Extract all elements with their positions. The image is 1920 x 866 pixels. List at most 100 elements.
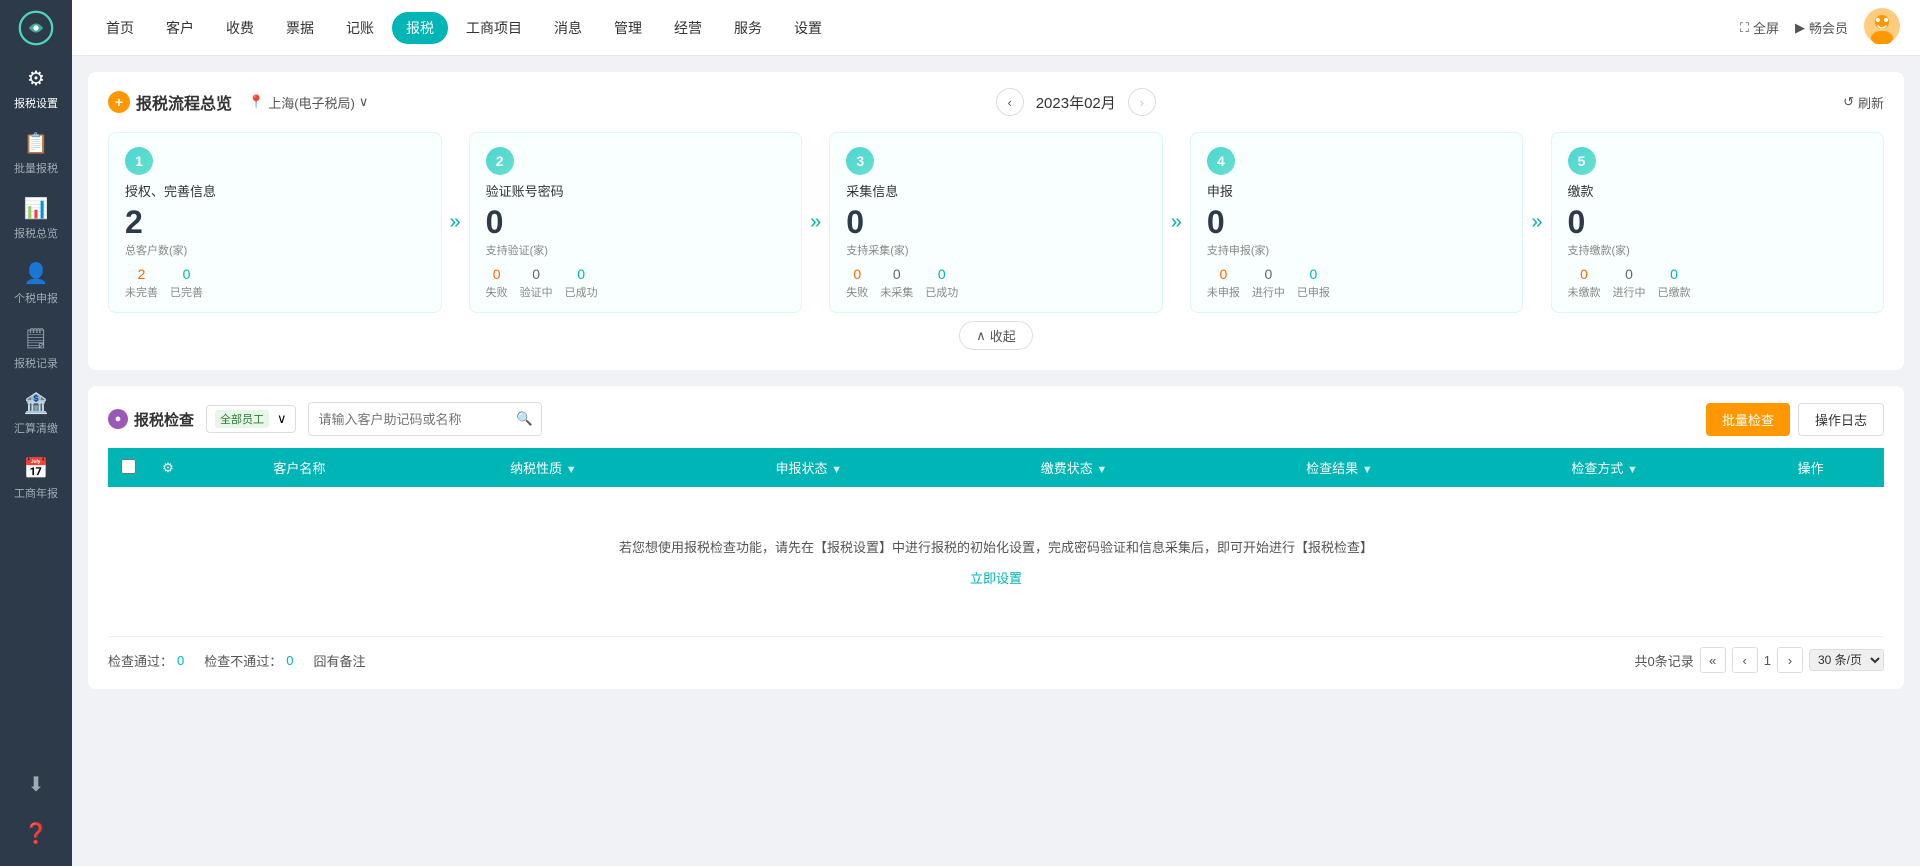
collapse-btn[interactable]: ∧ 收起 <box>959 321 1033 350</box>
tax-overview-icon: 📊 <box>24 196 49 221</box>
table-scroll: ⚙ 客户名称 纳税性质 ▼ 申报状态 ▼ <box>108 448 1884 628</box>
logo[interactable] <box>0 0 72 56</box>
sidebar-item-download[interactable]: ⬇ <box>0 762 72 807</box>
vip-btn[interactable]: ▶ 畅会员 <box>1795 18 1848 37</box>
step-detail-3-0: 0 失败 <box>846 266 868 300</box>
select-all-checkbox[interactable] <box>121 459 136 474</box>
step-details-5: 0 未缴款 0 进行中 0 已缴款 <box>1568 266 1868 300</box>
month-nav: ‹ 2023年02月 › <box>996 88 1156 116</box>
step-detail-4-2: 0 已申报 <box>1297 266 1330 300</box>
step-count-3: 0 <box>846 206 1146 238</box>
sidebar-item-tax-settings[interactable]: ⚙ 报税设置 <box>0 56 72 121</box>
chevron-down-icon: ∨ <box>359 94 369 110</box>
filter-icon-2[interactable]: ▼ <box>831 464 842 476</box>
prev-month-btn[interactable]: ‹ <box>996 88 1024 116</box>
topnav-item-invoices[interactable]: 票据 <box>272 12 328 44</box>
collapse-bar: ∧ 收起 <box>108 313 1884 354</box>
prev-page-btn[interactable]: ‹ <box>1732 647 1758 673</box>
help-icon: ❓ <box>24 821 49 846</box>
topnav-item-fees[interactable]: 收费 <box>212 12 268 44</box>
topnav: 首页 客户 收费 票据 记账 报税 工商项目 消息 管理 经营 服务 设置 ⛶ … <box>72 0 1920 56</box>
topnav-item-settings[interactable]: 设置 <box>780 12 836 44</box>
flow-step-1: 1 授权、完善信息 2 总客户数(家) 2 未完善 0 已完善 <box>108 132 442 313</box>
tax-settings-icon: ⚙ <box>27 66 45 91</box>
op-log-btn[interactable]: 操作日志 <box>1798 403 1884 436</box>
step-name-2: 验证账号密码 <box>486 181 786 200</box>
th-tax-nature: 纳税性质 ▼ <box>411 448 676 487</box>
th-customer-name: 客户名称 <box>188 448 411 487</box>
step-sub-1: 总客户数(家) <box>125 242 425 258</box>
step-name-1: 授权、完善信息 <box>125 181 425 200</box>
step-name-3: 采集信息 <box>846 181 1146 200</box>
first-page-btn[interactable]: « <box>1700 647 1726 673</box>
check-title: ● 报税检查 <box>108 409 194 430</box>
topnav-item-clients[interactable]: 客户 <box>152 12 208 44</box>
search-input[interactable] <box>309 407 509 432</box>
employee-select[interactable]: 全部员工 ∨ <box>206 405 296 433</box>
batch-check-btn[interactable]: 批量检查 <box>1706 403 1790 436</box>
topnav-right: ⛶ 全屏 ▶ 畅会员 <box>1740 8 1900 47</box>
next-month-btn[interactable]: › <box>1128 88 1156 116</box>
fail-count-link[interactable]: 0 <box>286 653 293 668</box>
filter-icon-5[interactable]: ▼ <box>1627 464 1638 476</box>
topnav-item-home[interactable]: 首页 <box>92 12 148 44</box>
search-button[interactable]: 🔍 <box>509 403 541 435</box>
employee-badge: 全部员工 <box>215 410 269 428</box>
step-sub-3: 支持采集(家) <box>846 242 1146 258</box>
next-page-btn[interactable]: › <box>1777 647 1803 673</box>
topnav-item-accounting[interactable]: 记账 <box>332 12 388 44</box>
pass-count-link[interactable]: 0 <box>177 653 184 668</box>
vip-icon: ▶ <box>1795 20 1805 36</box>
topnav-item-operations[interactable]: 经营 <box>660 12 716 44</box>
search-wrap: 🔍 <box>308 402 542 436</box>
step-sub-2: 支持验证(家) <box>486 242 786 258</box>
footer-fail: 检查不通过： 0 <box>204 651 293 670</box>
avatar[interactable] <box>1864 8 1900 47</box>
topnav-item-tax[interactable]: 报税 <box>392 12 448 44</box>
sidebar-item-personal-tax[interactable]: 👤 个税申报 <box>0 251 72 316</box>
footer-pass: 检查通过： 0 <box>108 651 184 670</box>
flow-step-5: 5 缴款 0 支持缴款(家) 0 未缴款 0 进行中 <box>1551 132 1885 313</box>
sidebar-item-annual-report[interactable]: 📅 工商年报 <box>0 446 72 511</box>
step-detail-2-0: 0 失败 <box>486 266 508 300</box>
topnav-item-business[interactable]: 工商项目 <box>452 12 536 44</box>
setup-link[interactable]: 立即设置 <box>970 571 1022 586</box>
check-header: ● 报税检查 全部员工 ∨ 🔍 批量检查 操作日志 <box>108 402 1884 436</box>
filter-icon-1[interactable]: ▼ <box>566 464 577 476</box>
chevron-down-icon: ∨ <box>277 411 287 427</box>
settings-th: ⚙ <box>148 448 188 487</box>
step-sub-4: 支持申报(家) <box>1207 242 1507 258</box>
table-empty: 若您想使用报税检查功能，请先在【报税设置】中进行报税的初始化设置，完成密码验证和… <box>120 497 1872 627</box>
sidebar-item-help[interactable]: ❓ <box>0 811 72 856</box>
step-detail-1-1: 0 已完善 <box>170 266 203 300</box>
refresh-btn[interactable]: ↺ 刷新 <box>1843 93 1884 112</box>
filter-icon-3[interactable]: ▼ <box>1096 464 1107 476</box>
filter-icon-4[interactable]: ▼ <box>1362 464 1373 476</box>
sidebar-item-settlement[interactable]: 🏦 汇算清缴 <box>0 381 72 446</box>
sidebar: ⚙ 报税设置 📋 批量报税 📊 报税总览 👤 个税申报 🗒 报税记录 🏦 汇算清… <box>0 0 72 866</box>
select-all-th <box>108 448 148 487</box>
sidebar-item-batch-tax[interactable]: 📋 批量报税 <box>0 121 72 186</box>
step-num-3: 3 <box>846 147 874 175</box>
step-arrow-2: » <box>802 132 829 313</box>
topnav-item-management[interactable]: 管理 <box>600 12 656 44</box>
flow-step-3: 3 采集信息 0 支持采集(家) 0 失败 0 未采集 <box>829 132 1163 313</box>
content: + 报税流程总览 📍 上海(电子税局) ∨ ‹ 2023年02月 › ↺ 刷新 <box>72 56 1920 866</box>
fullscreen-icon: ⛶ <box>1740 20 1749 36</box>
download-icon: ⬇ <box>28 772 45 797</box>
month-display: 2023年02月 <box>1036 92 1116 113</box>
per-page-select[interactable]: 30 条/页 <box>1809 649 1884 671</box>
location-icon: 📍 <box>248 94 264 110</box>
topnav-item-service[interactable]: 服务 <box>720 12 776 44</box>
settings-icon[interactable]: ⚙ <box>162 460 174 475</box>
location-badge[interactable]: 📍 上海(电子税局) ∨ <box>248 93 368 112</box>
fullscreen-btn[interactable]: ⛶ 全屏 <box>1740 18 1779 37</box>
step-sub-5: 支持缴款(家) <box>1568 242 1868 258</box>
total-label: 共0条记录 <box>1635 651 1694 670</box>
topnav-items: 首页 客户 收费 票据 记账 报税 工商项目 消息 管理 经营 服务 设置 <box>92 12 1740 44</box>
step-num-4: 4 <box>1207 147 1235 175</box>
topnav-item-messages[interactable]: 消息 <box>540 12 596 44</box>
th-pay-status: 缴费状态 ▼ <box>941 448 1206 487</box>
sidebar-item-tax-overview[interactable]: 📊 报税总览 <box>0 186 72 251</box>
sidebar-item-tax-records[interactable]: 🗒 报税记录 <box>0 316 72 381</box>
